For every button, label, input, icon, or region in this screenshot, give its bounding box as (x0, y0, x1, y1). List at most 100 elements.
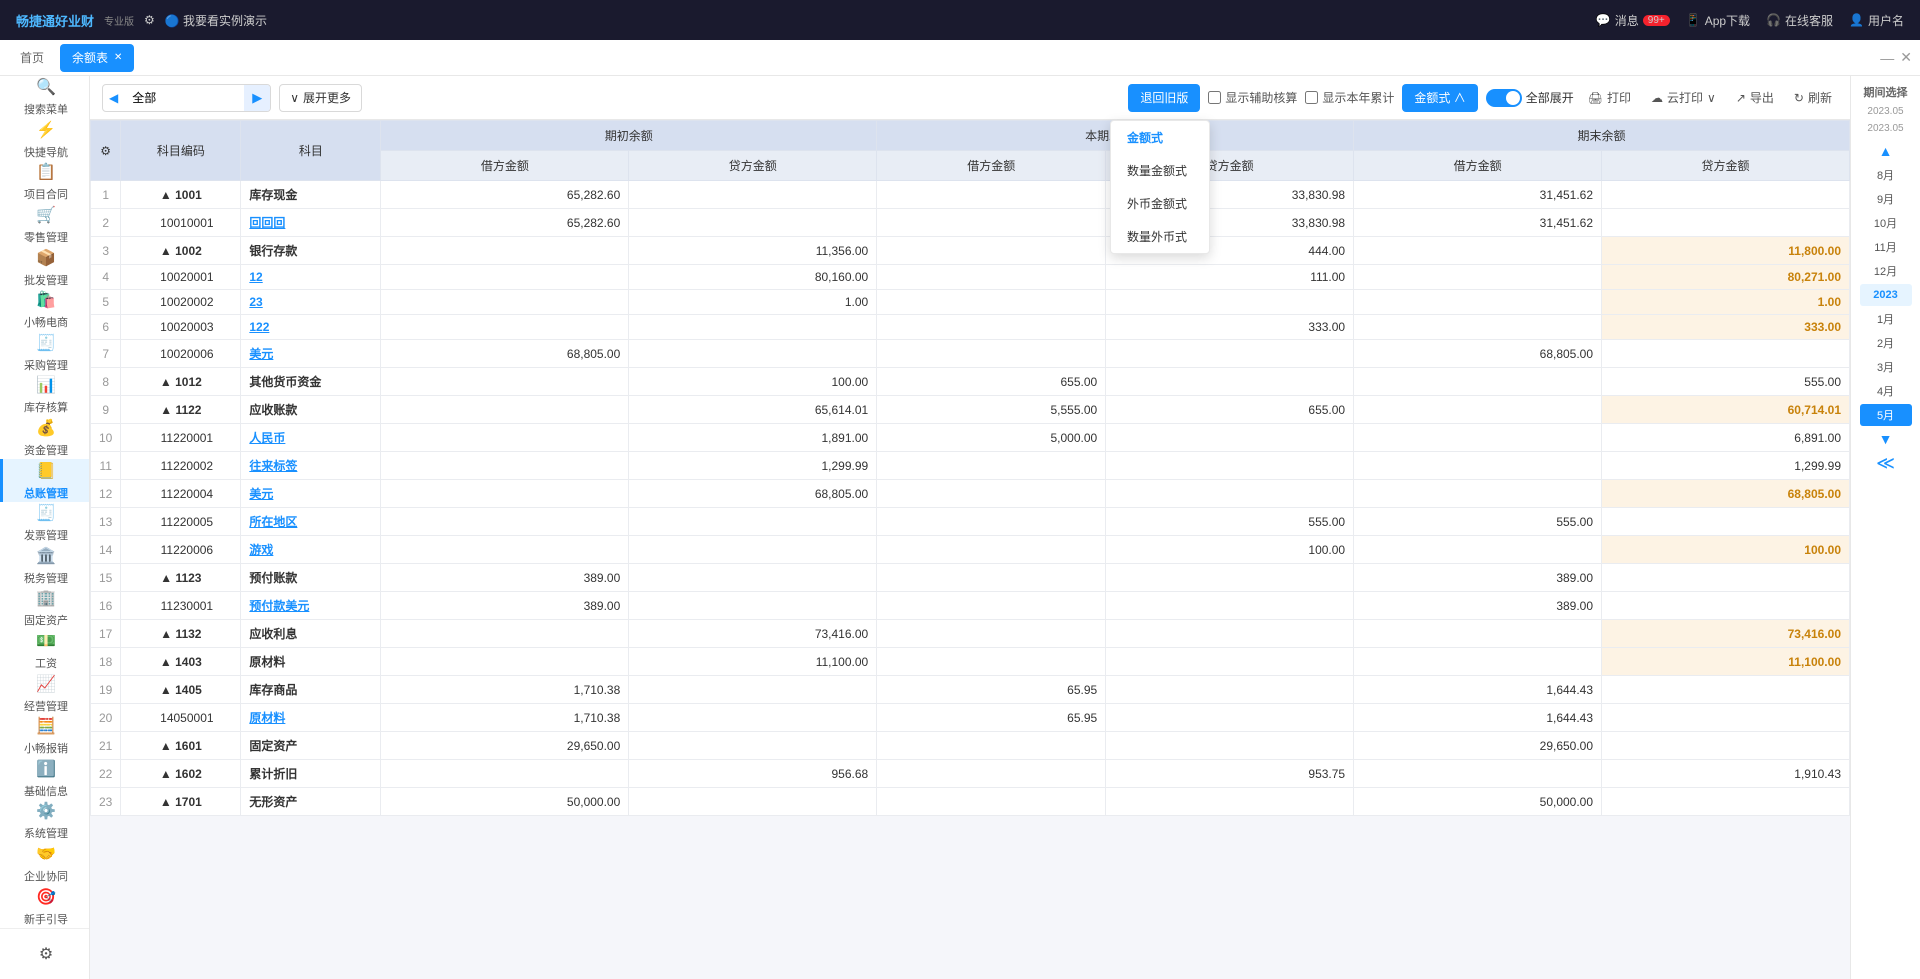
month-8[interactable]: 8月 (1860, 164, 1912, 186)
sidebar-item-contract[interactable]: 📋 项目合同 (0, 161, 89, 204)
sidebar-item-guide[interactable]: 🎯 新手引导 (0, 885, 89, 928)
sidebar-item-assets[interactable]: 🏢 固定资产 (0, 587, 89, 630)
sidebar-item-invoice[interactable]: 🧾 发票管理 (0, 502, 89, 545)
dropdown-item-qty-amount[interactable]: 数量金额式 (1111, 154, 1209, 187)
sidebar-item-nav[interactable]: ⚡ 快捷导航 (0, 119, 89, 162)
right-panel: 期间选择 2023.05 2023.05 ▲ 8月 9月 10月 11月 12月… (1850, 76, 1920, 979)
sidebar-item-funds[interactable]: 💰 资金管理 (0, 417, 89, 460)
print-btn[interactable]: 🖨 打印 (1582, 84, 1637, 112)
check-assist-input[interactable] (1208, 91, 1221, 104)
period-collapse-btn[interactable]: ≪ (1860, 452, 1912, 474)
settings-icon[interactable]: ⚙ (144, 13, 155, 27)
search-input[interactable] (124, 85, 244, 111)
row-eb-dr (1354, 424, 1602, 452)
month-3[interactable]: 3月 (1860, 356, 1912, 378)
row-eb-dr (1354, 620, 1602, 648)
message-btn[interactable]: 💬 消息 99+ (1596, 12, 1670, 29)
expand-more-btn[interactable]: ∨ 展开更多 (279, 84, 362, 112)
sidebar-item-operations[interactable]: 📈 经营管理 (0, 672, 89, 715)
window-restore-btn[interactable]: — (1880, 50, 1894, 66)
month-2[interactable]: 2月 (1860, 332, 1912, 354)
month-10[interactable]: 10月 (1860, 212, 1912, 234)
row-ob-dr: 389.00 (381, 564, 629, 592)
user-avatar[interactable]: 👤 用户名 (1849, 12, 1904, 29)
row-name[interactable]: 122 (241, 315, 381, 340)
month-5[interactable]: 5月 (1860, 404, 1912, 426)
table-row: 2 10010001 回回回 65,282.60 33,830.98 31,45… (91, 209, 1850, 237)
dropdown-item-amount[interactable]: 金额式 (1111, 121, 1209, 154)
row-cur-dr (877, 315, 1106, 340)
row-name[interactable]: 预付款美元 (241, 592, 381, 620)
app-download-btn[interactable]: 📱 App下载 (1686, 12, 1750, 29)
row-name[interactable]: 23 (241, 290, 381, 315)
period-down-btn[interactable]: ▼ (1860, 428, 1912, 450)
sidebar-item-ledger[interactable]: 📒 总账管理 (0, 459, 89, 502)
sidebar-settings-btn[interactable]: ⚙ (0, 929, 89, 979)
toggle-switch[interactable] (1486, 89, 1522, 107)
row-eb-dr (1354, 315, 1602, 340)
sidebar-item-tax[interactable]: 🏛️ 税务管理 (0, 545, 89, 588)
refresh-btn[interactable]: ↻ 刷新 (1788, 84, 1838, 112)
month-11[interactable]: 11月 (1860, 236, 1912, 258)
tab-balance[interactable]: 余额表 ✕ (60, 44, 134, 72)
sidebar-item-inventory[interactable]: 📊 库存核算 (0, 374, 89, 417)
row-name[interactable]: 游戏 (241, 536, 381, 564)
sidebar-item-collab[interactable]: 🤝 企业协同 (0, 843, 89, 886)
check-assist-label[interactable]: 显示辅助核算 (1208, 89, 1297, 106)
sidebar-item-purchase[interactable]: 🧾 采购管理 (0, 332, 89, 375)
check-year-label[interactable]: 显示本年累计 (1305, 89, 1394, 106)
tab-home[interactable]: 首页 (8, 44, 56, 72)
year-2023[interactable]: 2023 (1860, 284, 1912, 306)
online-service-btn[interactable]: 🎧 在线客服 (1766, 12, 1833, 29)
window-close-btn[interactable]: ✕ (1900, 49, 1912, 66)
col-settings[interactable]: ⚙ (91, 121, 121, 181)
sidebar-item-base[interactable]: ℹ️ 基础信息 (0, 758, 89, 801)
return-old-btn[interactable]: 退回旧版 (1128, 84, 1200, 112)
row-name[interactable]: 回回回 (241, 209, 381, 237)
row-name: 库存现金 (241, 181, 381, 209)
sidebar-item-system[interactable]: ⚙️ 系统管理 (0, 800, 89, 843)
sidebar-item-search[interactable]: 🔍 搜索菜单 (0, 76, 89, 119)
row-ob-cr (629, 536, 877, 564)
cloud-print-btn[interactable]: ☁ 云打印 ∨ (1645, 84, 1722, 112)
row-name[interactable]: 原材料 (241, 704, 381, 732)
col-closing-balance-header: 期末余额 (1354, 121, 1850, 151)
demo-link[interactable]: 🔵 我要看实例演示 (165, 12, 267, 29)
row-name[interactable]: 人民币 (241, 424, 381, 452)
month-12[interactable]: 12月 (1860, 260, 1912, 282)
row-ob-cr (629, 340, 877, 368)
sidebar-item-expense[interactable]: 🧮 小畅报销 (0, 715, 89, 758)
dropdown-item-qty-foreign[interactable]: 数量外币式 (1111, 220, 1209, 253)
search-back-icon[interactable]: ◀ (103, 91, 124, 105)
row-cur-dr (877, 592, 1106, 620)
row-no: 7 (91, 340, 121, 368)
sidebar-label-guide: 新手引导 (24, 911, 68, 927)
dropdown-item-foreign-amount[interactable]: 外币金额式 (1111, 187, 1209, 220)
sidebar-label-collab: 企业协同 (24, 868, 68, 884)
export-btn[interactable]: ↗ 导出 (1730, 84, 1780, 112)
check-year-input[interactable] (1305, 91, 1318, 104)
row-name[interactable]: 美元 (241, 340, 381, 368)
row-code: 10020002 (121, 290, 241, 315)
sidebar-item-payroll[interactable]: 💵 工资 (0, 630, 89, 673)
toggle-expand-btn[interactable]: 全部展开 (1486, 89, 1574, 107)
row-cur-dr: 655.00 (877, 368, 1106, 396)
period-up-btn[interactable]: ▲ (1860, 140, 1912, 162)
month-9[interactable]: 9月 (1860, 188, 1912, 210)
row-name[interactable]: 往来标签 (241, 452, 381, 480)
search-button[interactable]: ▶ (244, 85, 270, 111)
row-cur-dr (877, 760, 1106, 788)
sidebar-item-retail[interactable]: 🛒 零售管理 (0, 204, 89, 247)
app-version: 专业版 (104, 13, 134, 28)
row-name[interactable]: 所在地区 (241, 508, 381, 536)
sidebar-item-wholesale[interactable]: 📦 批发管理 (0, 246, 89, 289)
month-4[interactable]: 4月 (1860, 380, 1912, 402)
tab-close-icon[interactable]: ✕ (114, 52, 122, 63)
row-name[interactable]: 美元 (241, 480, 381, 508)
sidebar-item-ecommerce[interactable]: 🛍️ 小畅电商 (0, 289, 89, 332)
row-name[interactable]: 12 (241, 265, 381, 290)
month-1[interactable]: 1月 (1860, 308, 1912, 330)
row-ob-cr (629, 508, 877, 536)
mode-dropdown-btn[interactable]: 金额式 ∧ (1402, 84, 1477, 112)
row-code: 11220002 (121, 452, 241, 480)
